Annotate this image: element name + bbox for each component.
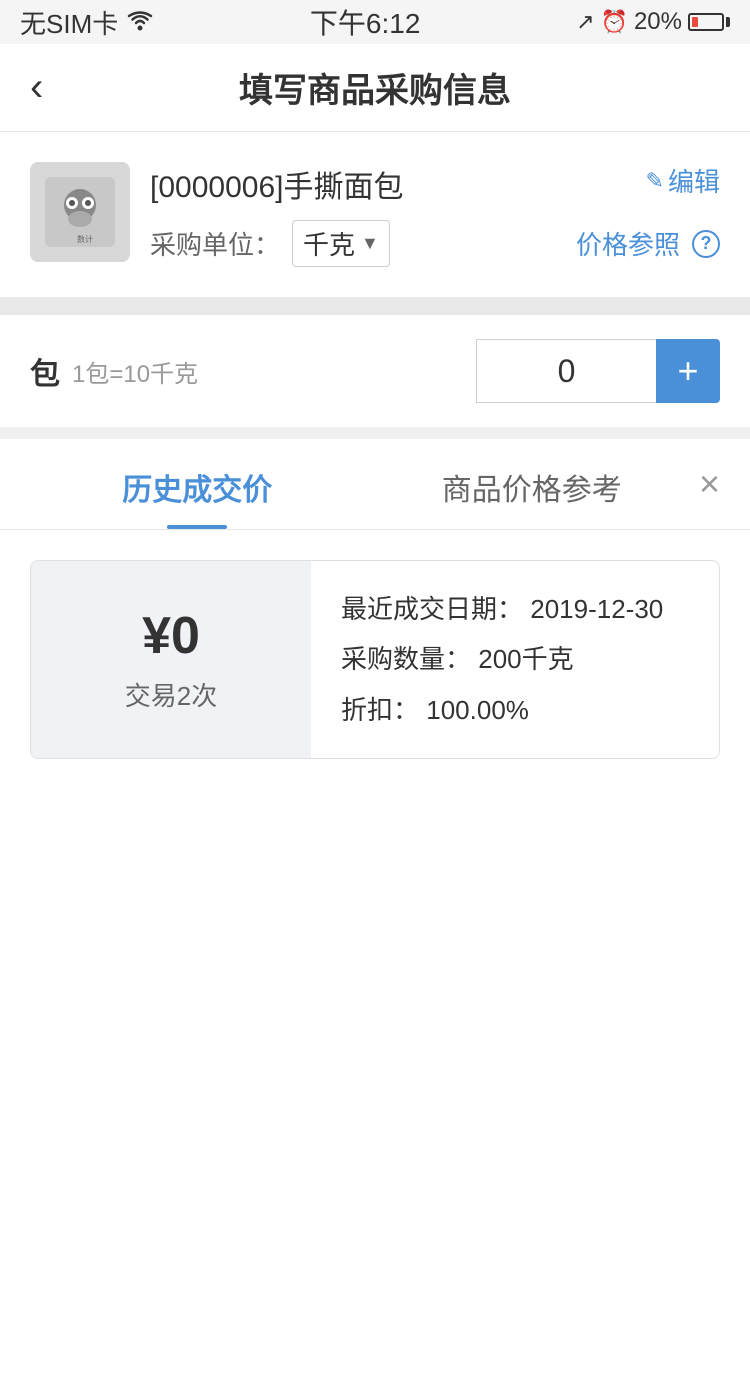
bottom-area [0,789,750,1389]
quantity-detail-value: 200千克 [478,644,573,674]
close-button[interactable]: × [699,446,720,522]
edit-button[interactable]: ✎ 编辑 [646,162,720,199]
tab-header: 历史成交价 商品价格参考 × [0,439,750,530]
discount-value: 100.00% [426,695,529,725]
trade-card: ¥0 交易2次 最近成交日期： 2019-12-30 采购数量： 200千克 折… [30,560,720,759]
battery-icon [688,13,730,31]
wifi-icon [126,7,154,38]
status-right: ↗ ⏰ 20% [576,8,730,36]
dropdown-arrow-icon: ▼ [361,233,379,254]
quantity-row-detail: 采购数量： 200千克 [341,641,689,677]
product-info: [0000006]手撕面包 ✎ 编辑 采购单位： 千克 ▼ 价格参照 ? [150,162,720,267]
status-left: 无SIM卡 [20,4,154,41]
trade-count: 交易2次 [125,676,217,713]
unit-conversion: 1包=10千克 [72,354,198,389]
product-header: 数计 [0000006]手撕面包 ✎ 编辑 采购单位： 千克 ▼ 价格参照 [30,162,720,267]
help-icon[interactable]: ? [692,230,720,258]
product-name: [0000006]手撕面包 [150,162,403,206]
price-reference-link[interactable]: 价格参照 [576,225,680,262]
location-icon: ↗ [576,9,594,35]
battery-percent: 20% [634,8,682,36]
nav-bar: ‹ 填写商品采购信息 [0,44,750,132]
content-area: ¥0 交易2次 最近成交日期： 2019-12-30 采购数量： 200千克 折… [0,530,750,789]
tab-price-reference[interactable]: 商品价格参考 [364,439,698,529]
svg-text:数计: 数计 [77,234,93,244]
quantity-input[interactable] [476,339,656,403]
carrier-text: 无SIM卡 [20,4,118,41]
recent-date-value: 2019-12-30 [530,594,663,624]
tab-section: 历史成交价 商品价格参考 × ¥0 交易2次 最近成交日期： 2019-12-3… [0,439,750,789]
unit-box: 包 [30,349,60,393]
tab-history-price[interactable]: 历史成交价 [30,439,364,529]
quantity-row: 包 1包=10千克 + [0,315,750,427]
recent-date-row: 最近成交日期： 2019-12-30 [341,591,689,627]
discount-row: 折扣： 100.00% [341,692,689,728]
back-button[interactable]: ‹ [30,65,43,110]
page-title: 填写商品采购信息 [239,63,511,112]
unit-select[interactable]: 千克 ▼ [292,220,390,267]
unit-label: 包 1包=10千克 [30,349,198,393]
section-divider [0,297,750,315]
quantity-control: + [476,339,720,403]
status-bar: 无SIM卡 下午6:12 ↗ ⏰ 20% [0,0,750,44]
trade-left: ¥0 交易2次 [31,561,311,758]
trade-price: ¥0 [142,606,200,666]
plus-icon: + [677,350,698,392]
product-card: 数计 [0000006]手撕面包 ✎ 编辑 采购单位： 千克 ▼ 价格参照 [0,132,750,297]
trade-right: 最近成交日期： 2019-12-30 采购数量： 200千克 折扣： 100.0… [311,561,719,758]
status-time: 下午6:12 [310,2,421,42]
product-image: 数计 [30,162,130,262]
purchase-unit-row: 采购单位： 千克 ▼ 价格参照 ? [150,220,720,267]
quantity-plus-button[interactable]: + [656,339,720,403]
purchase-unit-label: 采购单位： [150,225,280,262]
alarm-icon: ⏰ [601,9,628,35]
